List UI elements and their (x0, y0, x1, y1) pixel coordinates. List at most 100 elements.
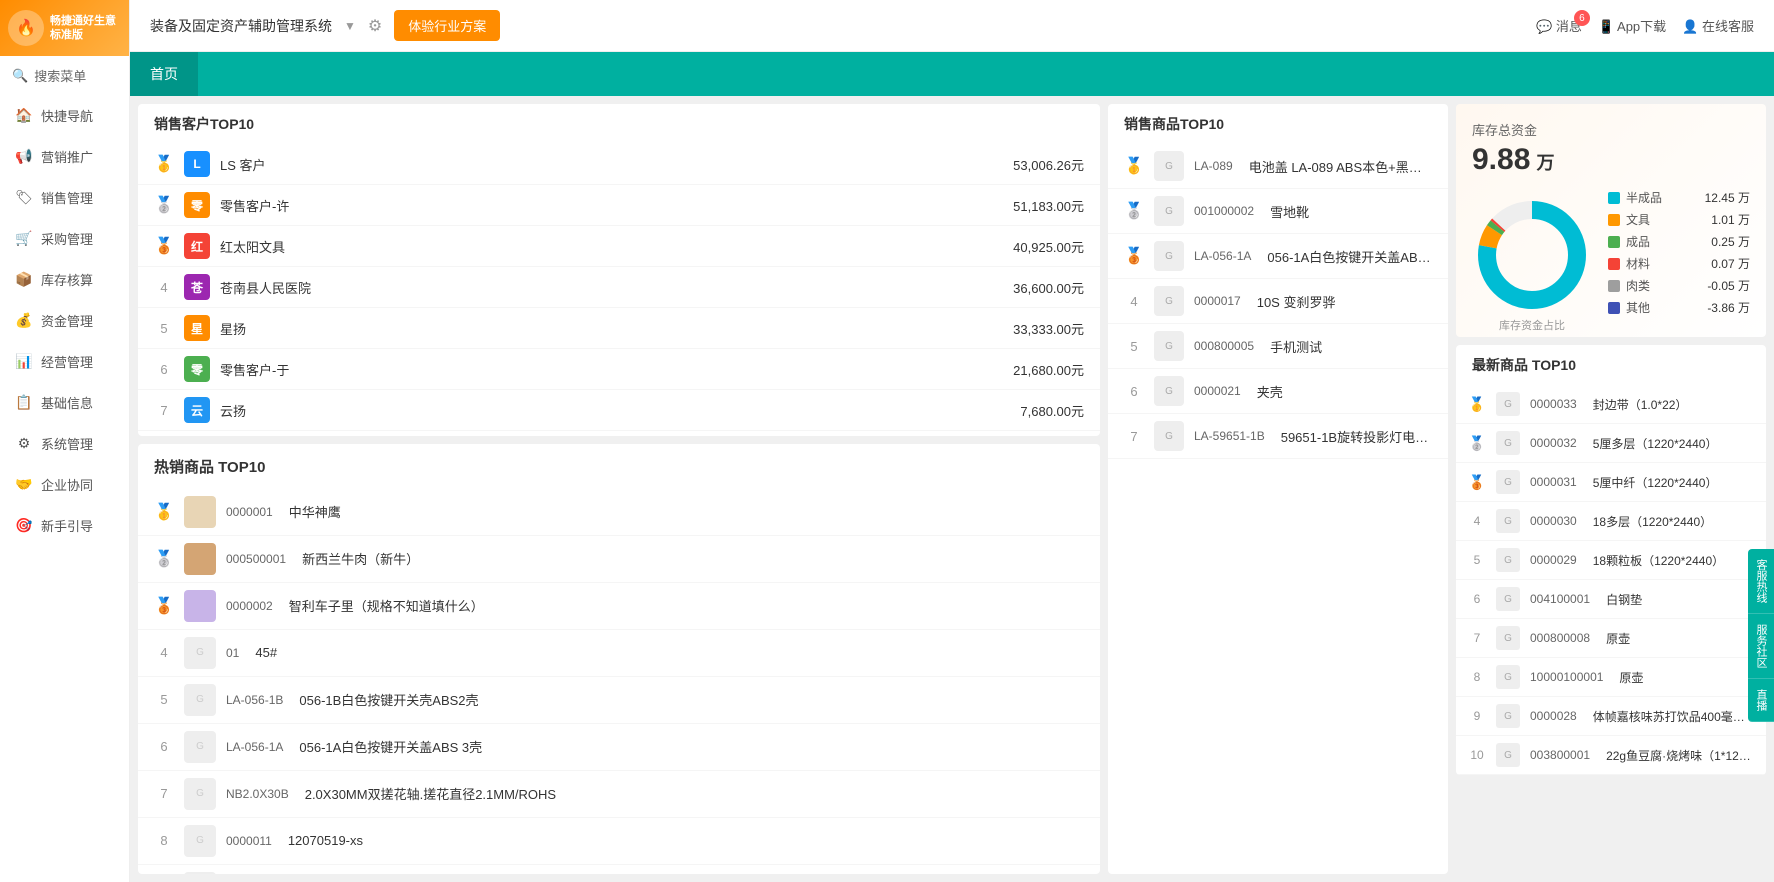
sidebar-item-quick-nav[interactable]: 🏠快捷导航 (0, 95, 129, 136)
latest-product-item: 10 G 003800001 22g鱼豆腐·烧烤味（1*12*20） (1456, 736, 1766, 775)
product-name: 手机测试 (1264, 337, 1432, 356)
sidebar-icon-basic: 📋 (15, 394, 33, 412)
latest-code: 004100001 (1530, 592, 1590, 606)
service-icon: 👤 (1682, 19, 1698, 34)
latest-products-list: 🥇 G 0000033 封边带（1.0*22） 🥈 G 0000032 5厘多层… (1456, 385, 1766, 775)
legend-name: 文具 (1626, 211, 1705, 228)
settings-icon[interactable]: ⚙ (368, 16, 382, 36)
product-rank-item: 4 G 0000017 10S 变刹罗骅 (1108, 279, 1448, 324)
product-img: G (1154, 376, 1184, 406)
latest-img: G (1496, 704, 1520, 728)
legend-color (1608, 236, 1620, 248)
latest-product-item: 🥉 G 0000031 5厘中纤（1220*2440） (1456, 463, 1766, 502)
sidebar-label-guide: 新手引导 (41, 516, 93, 535)
latest-rank: 9 (1468, 709, 1486, 723)
product-rank-medal: 5 (1124, 339, 1144, 354)
logo-line1: 畅捷通好生意 (50, 14, 116, 28)
hp-medal: 6 (154, 739, 174, 754)
right-panel: 库存总资金 9.88 万 (1456, 104, 1766, 874)
legend-value: -3.86 万 (1707, 299, 1750, 316)
product-rank-item: 7 G LA-59651-1B 59651-1B旋转投影灯电池盒ABS黑色+58… (1108, 414, 1448, 459)
search-menu[interactable]: 🔍 搜索菜单 (0, 56, 129, 95)
hp-code: 0000002 (226, 599, 273, 613)
messages-badge[interactable]: 💬 消息 6 (1536, 16, 1582, 35)
latest-products-header: 最新商品 TOP10 (1456, 345, 1766, 385)
rank-customer-value: 40,925.00元 (1013, 237, 1084, 256)
online-service[interactable]: 👤 在线客服 (1682, 16, 1754, 35)
latest-img: G (1496, 548, 1520, 572)
header-left: 装备及固定资产辅助管理系统 ▼ ⚙ 体验行业方案 (150, 10, 500, 41)
latest-img: G (1496, 431, 1520, 455)
rank-medal: 7 (154, 403, 174, 418)
system-name: 装备及固定资产辅助管理系统 (150, 16, 332, 36)
top-customers-title: 销售客户TOP10 (154, 114, 254, 134)
latest-rank: 4 (1468, 514, 1486, 528)
latest-product-item: 9 G 0000028 体帧嘉核味苏打饮品400毫升（1*15） (1456, 697, 1766, 736)
sidebar-item-guide[interactable]: 🎯新手引导 (0, 505, 129, 546)
legend-item: 材料 0.07 万 (1608, 255, 1750, 272)
latest-product-item: 6 G 004100001 白钢垫 (1456, 580, 1766, 619)
latest-name: 原壶 (1600, 630, 1754, 647)
legend-name: 肉类 (1626, 277, 1701, 294)
hp-img: G (184, 778, 216, 810)
product-img: G (1154, 421, 1184, 451)
tab-home[interactable]: 首页 (130, 52, 198, 96)
sidebar-label-sales: 销售管理 (41, 188, 93, 207)
hp-img: G (184, 637, 216, 669)
legend-name: 材料 (1626, 255, 1705, 272)
latest-code: 0000029 (1530, 553, 1577, 567)
product-code: LA-056-1A (1194, 249, 1251, 263)
latest-name: 封边带（1.0*22） (1587, 396, 1754, 413)
legend-color (1608, 258, 1620, 270)
sidebar-icon-system: ⚙ (15, 435, 33, 453)
header: 装备及固定资产辅助管理系统 ▼ ⚙ 体验行业方案 💬 消息 6 📱 App下载 … (130, 0, 1774, 52)
sidebar-item-operations[interactable]: 📊经营管理 (0, 341, 129, 382)
rank-customer-name: 苍南县人民医院 (220, 278, 1003, 297)
hp-name: 12070519-xs (282, 833, 1084, 848)
sidebar-item-system[interactable]: ⚙系统管理 (0, 423, 129, 464)
product-img: G (1154, 151, 1184, 181)
hp-code: 0000001 (226, 505, 273, 519)
legend-value: 0.07 万 (1711, 255, 1750, 272)
hp-img: G (184, 872, 216, 874)
float-btn-service[interactable]: 客服热线 (1748, 549, 1774, 614)
app-download-label: App下载 (1617, 19, 1666, 34)
latest-products-title: 最新商品 TOP10 (1472, 355, 1576, 375)
rank-customer-value: 36,600.00元 (1013, 278, 1084, 297)
sidebar-item-inventory[interactable]: 📦库存核算 (0, 259, 129, 300)
dropdown-icon[interactable]: ▼ (344, 19, 356, 33)
rank-medal: 🥉 (154, 236, 174, 256)
sidebar-item-basic[interactable]: 📋基础信息 (0, 382, 129, 423)
float-btn-community[interactable]: 服务社区 (1748, 614, 1774, 679)
customer-rank-item: 4 苍 苍南县人民医院 36,600.00元 (138, 267, 1100, 308)
float-btn-live[interactable]: 直播 (1748, 679, 1774, 722)
product-rank-medal: 🥈 (1124, 201, 1144, 221)
latest-name: 体帧嘉核味苏打饮品400毫升（1*15） (1587, 708, 1754, 725)
app-download[interactable]: 📱 App下载 (1598, 16, 1666, 35)
sidebar-item-sales[interactable]: 🏷销售管理 (0, 177, 129, 218)
legend-color (1608, 214, 1620, 226)
latest-img: G (1496, 470, 1520, 494)
hp-code: NB2.0X30B (226, 787, 289, 801)
rank-medal: 🥇 (154, 154, 174, 174)
sidebar-item-purchase[interactable]: 🛒采购管理 (0, 218, 129, 259)
sidebar-item-cooperation[interactable]: 🤝企业协同 (0, 464, 129, 505)
rank-avatar: L (184, 151, 210, 177)
hp-medal: 5 (154, 692, 174, 707)
top-customers-header: 销售客户TOP10 (138, 104, 1100, 144)
customer-rank-item: 8 阿 阿念 7,563.00元 (138, 431, 1100, 436)
product-name: 056-1A白色按键开关盖ABS 3壳 (1261, 247, 1432, 266)
trial-button[interactable]: 体验行业方案 (394, 10, 500, 41)
product-rank-medal: 6 (1124, 384, 1144, 399)
sidebar-icon-quick-nav: 🏠 (15, 107, 33, 125)
latest-code: 000800008 (1530, 631, 1590, 645)
message-count: 6 (1574, 10, 1590, 26)
product-code: LA-089 (1194, 159, 1233, 173)
inventory-label: 库存总资金 (1472, 120, 1750, 139)
product-img: G (1154, 196, 1184, 226)
sidebar-item-marketing[interactable]: 📢营销推广 (0, 136, 129, 177)
sidebar-item-finance[interactable]: 💰资金管理 (0, 300, 129, 341)
customer-rank-item: 6 零 零售客户-于 21,680.00元 (138, 349, 1100, 390)
hp-code: 0000011 (226, 834, 272, 848)
product-name: 雪地靴 (1264, 202, 1432, 221)
